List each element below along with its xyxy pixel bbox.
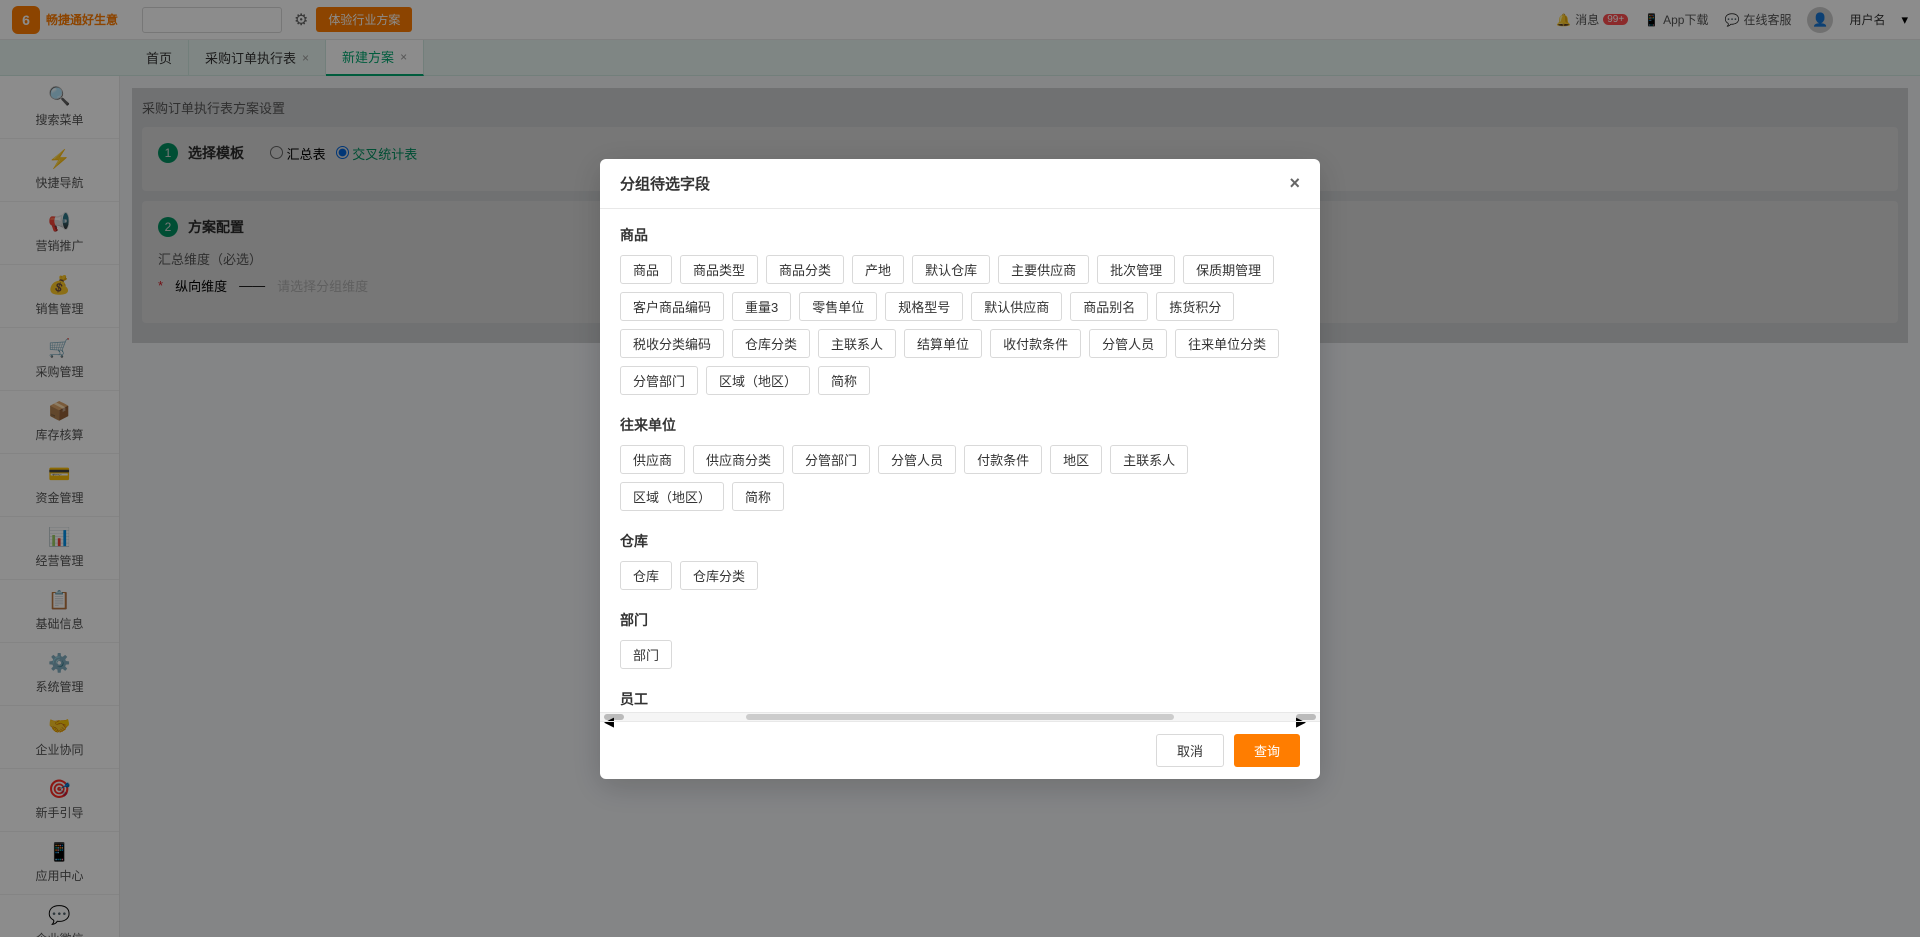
field-tag-product-2[interactable]: 商品分类 [766, 255, 844, 284]
field-tag-product-0[interactable]: 商品 [620, 255, 672, 284]
field-tag-product-4[interactable]: 默认仓库 [912, 255, 990, 284]
field-group-product-title: 商品 [620, 225, 1300, 245]
field-tag-partner-1[interactable]: 供应商分类 [693, 445, 784, 474]
field-select-modal: 分组待选字段 × 商品 商品 商品类型 商品分类 产地 默认仓库 主要供应商 批… [600, 159, 1320, 779]
field-group-warehouse: 仓库 仓库 仓库分类 [620, 531, 1300, 590]
field-tag-product-10[interactable]: 零售单位 [799, 292, 877, 321]
field-tag-product-3[interactable]: 产地 [852, 255, 904, 284]
field-tag-partner-0[interactable]: 供应商 [620, 445, 685, 474]
field-tag-product-13[interactable]: 商品别名 [1070, 292, 1148, 321]
hscroll-left-btn: ◀ [604, 714, 624, 720]
modal-title: 分组待选字段 [620, 173, 710, 194]
cancel-button[interactable]: 取消 [1156, 734, 1224, 767]
field-tag-partner-2[interactable]: 分管部门 [792, 445, 870, 474]
field-tag-product-22[interactable]: 分管部门 [620, 366, 698, 395]
field-tag-product-15[interactable]: 税收分类编码 [620, 329, 724, 358]
field-tags-dept: 部门 [620, 640, 1300, 669]
field-tag-warehouse-0[interactable]: 仓库 [620, 561, 672, 590]
field-tag-product-6[interactable]: 批次管理 [1097, 255, 1175, 284]
field-tags-warehouse: 仓库 仓库分类 [620, 561, 1300, 590]
modal-horizontal-scrollbar[interactable]: ◀ ▶ [600, 712, 1320, 721]
confirm-button[interactable]: 查询 [1234, 734, 1300, 767]
field-tag-product-9[interactable]: 重量3 [732, 292, 791, 321]
field-tag-product-24[interactable]: 简称 [818, 366, 870, 395]
field-group-staff: 员工 业务员 [620, 689, 1300, 712]
field-tag-partner-5[interactable]: 地区 [1050, 445, 1102, 474]
field-group-dept: 部门 部门 [620, 610, 1300, 669]
field-tag-product-20[interactable]: 分管人员 [1089, 329, 1167, 358]
field-tag-product-11[interactable]: 规格型号 [885, 292, 963, 321]
field-tag-partner-8[interactable]: 简称 [732, 482, 784, 511]
field-tags-product: 商品 商品类型 商品分类 产地 默认仓库 主要供应商 批次管理 保质期管理 客户… [620, 255, 1300, 395]
modal-header: 分组待选字段 × [600, 159, 1320, 209]
field-group-dept-title: 部门 [620, 610, 1300, 630]
field-tag-warehouse-1[interactable]: 仓库分类 [680, 561, 758, 590]
hscroll-bar[interactable] [746, 714, 1173, 720]
modal-overlay: 分组待选字段 × 商品 商品 商品类型 商品分类 产地 默认仓库 主要供应商 批… [0, 0, 1920, 937]
field-tag-product-16[interactable]: 仓库分类 [732, 329, 810, 358]
field-tag-product-18[interactable]: 结算单位 [904, 329, 982, 358]
field-tag-partner-6[interactable]: 主联系人 [1110, 445, 1188, 474]
field-group-partner-title: 往来单位 [620, 415, 1300, 435]
hscroll-right-btn: ▶ [1296, 714, 1316, 720]
field-tag-product-12[interactable]: 默认供应商 [971, 292, 1062, 321]
field-tag-product-8[interactable]: 客户商品编码 [620, 292, 724, 321]
field-group-product: 商品 商品 商品类型 商品分类 产地 默认仓库 主要供应商 批次管理 保质期管理… [620, 225, 1300, 395]
modal-body: 商品 商品 商品类型 商品分类 产地 默认仓库 主要供应商 批次管理 保质期管理… [600, 209, 1320, 712]
field-tag-product-1[interactable]: 商品类型 [680, 255, 758, 284]
field-tags-partner: 供应商 供应商分类 分管部门 分管人员 付款条件 地区 主联系人 区域（地区） … [620, 445, 1300, 511]
field-tag-product-5[interactable]: 主要供应商 [998, 255, 1089, 284]
field-tag-dept-0[interactable]: 部门 [620, 640, 672, 669]
field-tag-product-19[interactable]: 收付款条件 [990, 329, 1081, 358]
field-group-warehouse-title: 仓库 [620, 531, 1300, 551]
field-tag-product-14[interactable]: 拣货积分 [1156, 292, 1234, 321]
field-tag-product-17[interactable]: 主联系人 [818, 329, 896, 358]
field-tag-product-7[interactable]: 保质期管理 [1183, 255, 1274, 284]
field-group-partner: 往来单位 供应商 供应商分类 分管部门 分管人员 付款条件 地区 主联系人 区域… [620, 415, 1300, 511]
field-tag-product-21[interactable]: 往来单位分类 [1175, 329, 1279, 358]
modal-close-btn[interactable]: × [1289, 173, 1300, 194]
field-tag-partner-4[interactable]: 付款条件 [964, 445, 1042, 474]
field-tag-product-23[interactable]: 区域（地区） [706, 366, 810, 395]
field-group-staff-title: 员工 [620, 689, 1300, 709]
field-tag-partner-3[interactable]: 分管人员 [878, 445, 956, 474]
modal-footer: 取消 查询 [600, 721, 1320, 779]
field-tag-partner-7[interactable]: 区域（地区） [620, 482, 724, 511]
